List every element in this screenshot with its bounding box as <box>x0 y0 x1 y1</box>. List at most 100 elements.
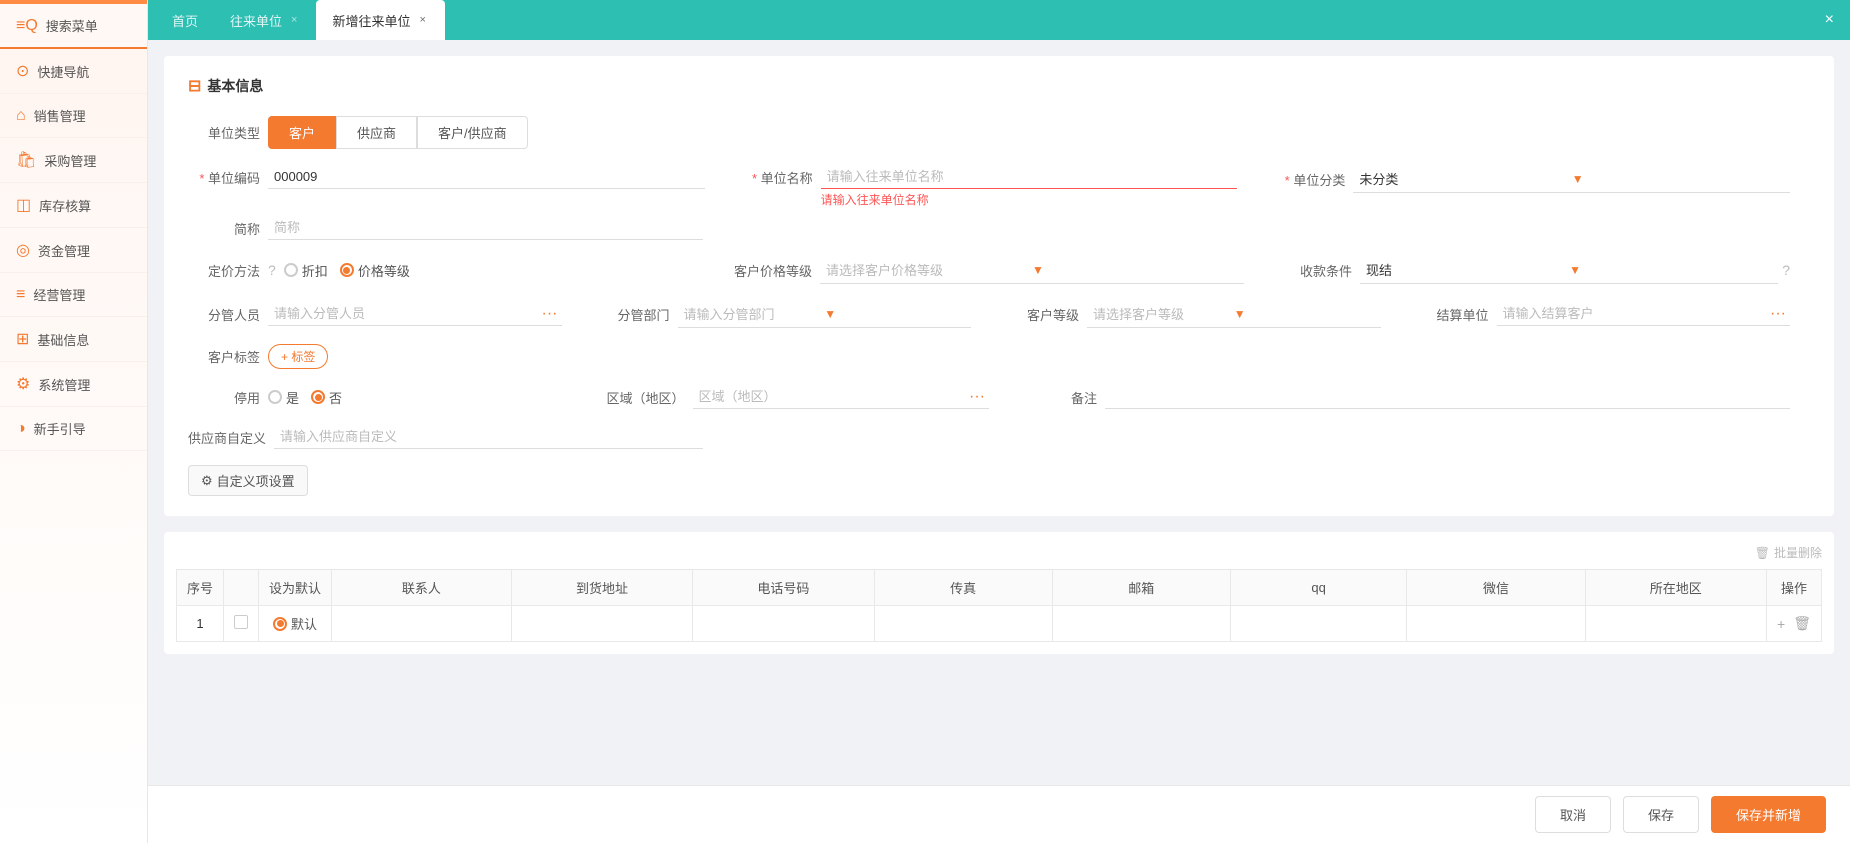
sidebar-item-business[interactable]: ≡ 经营管理 <box>0 273 147 317</box>
row-qq-input[interactable] <box>1241 616 1397 631</box>
short-name-label: 简称 <box>188 219 268 238</box>
sidebar-item-system[interactable]: ⚙ 系统管理 <box>0 362 147 407</box>
unit-category-arrow: ▼ <box>1572 172 1784 186</box>
settlement-input[interactable] <box>1497 302 1767 325</box>
row-default-radio[interactable]: 默认 <box>269 614 321 633</box>
footer: 取消 保存 保存并新增 <box>148 785 1850 843</box>
search-icon: ≡Q <box>16 17 38 35</box>
save-button[interactable]: 保存 <box>1623 796 1699 833</box>
radio-level-circle <box>340 263 354 277</box>
sidebar-item-finance[interactable]: ◎ 资金管理 <box>0 228 147 273</box>
row-action: + 🗑 <box>1767 606 1822 642</box>
customer-level-select[interactable]: 请选择客户等级 ▼ <box>1087 300 1381 328</box>
region-input[interactable] <box>693 385 966 408</box>
row-wechat[interactable] <box>1407 606 1585 642</box>
col-address: 到货地址 <box>511 570 692 606</box>
table-row: 1 默认 <box>177 606 1822 642</box>
row-email[interactable] <box>1052 606 1230 642</box>
supplier-custom-input[interactable] <box>274 425 703 449</box>
disable-group: 停用 是 否 <box>188 388 591 407</box>
unit-name-input[interactable] <box>821 165 1238 189</box>
col-checkbox <box>224 570 259 606</box>
tab-home-label: 首页 <box>172 11 198 30</box>
tab-home[interactable]: 首页 <box>156 0 214 40</box>
sidebar-item-basic[interactable]: ⊞ 基础信息 <box>0 317 147 362</box>
row-contact-input[interactable] <box>342 616 501 631</box>
department-select[interactable]: 请输入分管部门 ▼ <box>678 300 972 328</box>
row-fax-input[interactable] <box>885 616 1042 631</box>
tab-contact[interactable]: 往来单位 × <box>214 0 316 40</box>
row-delete-icon[interactable]: 🗑 <box>1793 615 1811 632</box>
col-wechat: 微信 <box>1407 570 1585 606</box>
batch-delete-button[interactable]: 🗑 批量删除 <box>1755 544 1822 561</box>
pricing-radio-discount[interactable]: 折扣 <box>284 261 328 280</box>
row-region[interactable] <box>1585 606 1766 642</box>
inventory-label: 库存核算 <box>39 196 91 215</box>
add-tag-button[interactable]: + 标签 <box>268 344 328 369</box>
sidebar-search-label: 搜索菜单 <box>46 16 98 35</box>
row-contact[interactable] <box>332 606 512 642</box>
sidebar-item-inventory[interactable]: ◫ 库存核算 <box>0 183 147 228</box>
customer-price-level-select[interactable]: 请选择客户价格等级 ▼ <box>820 256 1244 284</box>
main-content: 首页 往来单位 × 新增往来单位 × × ⊟ 基本信息 单位类型 客户 <box>148 0 1850 843</box>
row-phone-input[interactable] <box>703 616 863 631</box>
type-btn-both[interactable]: 客户/供应商 <box>417 116 528 149</box>
table-section: 🗑 批量删除 序号 设为默认 联系人 到货地址 电话号码 传真 邮箱 qq <box>164 532 1834 654</box>
row-qq[interactable] <box>1230 606 1407 642</box>
pricing-row: 定价方法 ? 折扣 价格等级 客户价格等级 <box>188 256 1810 284</box>
row-no: 1 <box>177 606 224 642</box>
row-region-input[interactable] <box>1596 616 1756 631</box>
sidebar-item-quick-nav[interactable]: ⊙ 快捷导航 <box>0 49 147 94</box>
type-btn-customer[interactable]: 客户 <box>268 116 336 149</box>
supervisor-dots[interactable]: ··· <box>538 305 562 323</box>
disable-yes-radio[interactable]: 是 <box>268 388 299 407</box>
remark-input[interactable] <box>1105 385 1790 409</box>
row-checkbox[interactable] <box>234 615 248 629</box>
tab-contact-close[interactable]: × <box>288 13 300 27</box>
finance-label: 资金管理 <box>38 241 90 260</box>
unit-code-group: 单位编码 <box>188 165 725 189</box>
row-address[interactable] <box>511 606 692 642</box>
disable-row: 停用 是 否 区域（地区） <box>188 385 1810 409</box>
payment-terms-question-icon[interactable]: ? <box>1782 262 1790 278</box>
save-new-button[interactable]: 保存并新增 <box>1711 796 1826 833</box>
row-fax[interactable] <box>874 606 1052 642</box>
row-address-input[interactable] <box>522 616 682 631</box>
unit-category-select[interactable]: 未分类 ▼ <box>1353 165 1790 193</box>
disable-no-radio[interactable]: 否 <box>311 388 342 407</box>
custom-settings-button[interactable]: ⚙ 自定义项设置 <box>188 465 308 496</box>
window-close-button[interactable]: × <box>1817 11 1842 29</box>
payment-terms-select[interactable]: 现结 ▼ <box>1360 256 1778 284</box>
short-name-input[interactable] <box>268 216 703 240</box>
basic-icon: ⊞ <box>16 329 29 349</box>
tags-label: 客户标签 <box>188 347 268 366</box>
sidebar-item-purchase[interactable]: 🛍 采购管理 <box>0 138 147 183</box>
row-wechat-input[interactable] <box>1417 616 1574 631</box>
cancel-button[interactable]: 取消 <box>1535 796 1611 833</box>
customer-level-placeholder: 请选择客户等级 <box>1093 304 1234 323</box>
row-email-input[interactable] <box>1063 616 1220 631</box>
type-btn-supplier[interactable]: 供应商 <box>336 116 417 149</box>
custom-settings-row: ⚙ 自定义项设置 <box>188 465 1810 496</box>
row-phone[interactable] <box>693 606 874 642</box>
supplier-custom-group: 供应商自定义 <box>188 425 723 449</box>
col-region: 所在地区 <box>1585 570 1766 606</box>
pricing-discount-label: 折扣 <box>302 261 328 280</box>
tab-new-contact-close[interactable]: × <box>416 13 428 27</box>
settlement-dots[interactable]: ··· <box>1766 305 1790 323</box>
pricing-radio-level[interactable]: 价格等级 <box>340 261 410 280</box>
sidebar-item-sales[interactable]: ⌂ 销售管理 <box>0 94 147 138</box>
radio-discount-circle <box>284 263 298 277</box>
supervisor-input[interactable] <box>268 302 538 325</box>
short-name-group: 简称 <box>188 216 723 240</box>
guide-icon: ◑ <box>16 420 26 438</box>
tab-new-contact[interactable]: 新增往来单位 × <box>316 0 444 40</box>
disable-no-label: 否 <box>329 388 342 407</box>
row-add-icon[interactable]: + <box>1777 616 1785 632</box>
pricing-question-icon[interactable]: ? <box>268 262 276 278</box>
unit-code-input[interactable] <box>268 165 705 189</box>
sidebar-item-search[interactable]: ≡Q 搜索菜单 <box>0 4 147 49</box>
region-dots[interactable]: ··· <box>965 388 989 406</box>
tags-row: 客户标签 + 标签 <box>188 344 1810 369</box>
sidebar-item-guide[interactable]: ◑ 新手引导 <box>0 407 147 451</box>
